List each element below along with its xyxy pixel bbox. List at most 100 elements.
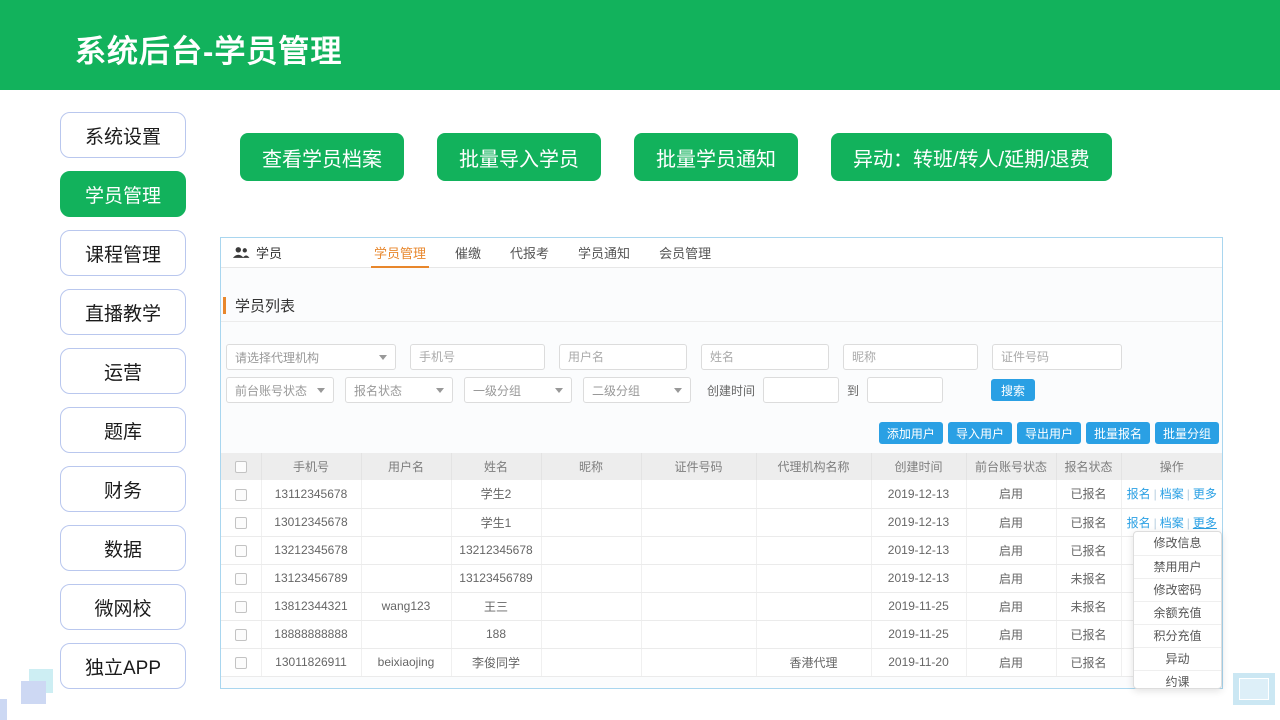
- filter-input-5[interactable]: [992, 344, 1122, 370]
- cell-name: 学生2: [451, 480, 541, 508]
- row-checkbox[interactable]: [235, 517, 247, 529]
- row-more-menu: 修改信息禁用用户修改密码余额充值积分充值异动约课: [1133, 531, 1222, 689]
- action-separator: |: [1187, 487, 1190, 501]
- cell-username: [361, 620, 451, 648]
- quick-action-button-0[interactable]: 查看学员档案: [240, 133, 404, 181]
- cell-phone: 13212345678: [261, 536, 361, 564]
- row-checkbox[interactable]: [235, 545, 247, 557]
- menu-item-6[interactable]: 约课: [1134, 670, 1221, 689]
- filter-select-label: 请选择代理机构: [235, 349, 319, 366]
- date-from-input[interactable]: [763, 377, 839, 403]
- sidebar-item-2[interactable]: 课程管理: [60, 230, 186, 276]
- menu-item-4[interactable]: 积分充值: [1134, 624, 1221, 647]
- cell-id_number: [641, 592, 756, 620]
- tab-1[interactable]: 催缴: [452, 238, 484, 268]
- sidebar: 系统设置学员管理课程管理直播教学运营题库财务数据微网校独立APP: [60, 112, 186, 702]
- search-button[interactable]: 搜索: [991, 379, 1035, 401]
- cell-account_status: 启用: [966, 536, 1056, 564]
- bulk-button-0[interactable]: 添加用户: [879, 422, 943, 444]
- sidebar-item-4[interactable]: 运营: [60, 348, 186, 394]
- column-header-8: 报名状态: [1056, 453, 1121, 480]
- row-checkbox[interactable]: [235, 489, 247, 501]
- menu-item-2[interactable]: 修改密码: [1134, 578, 1221, 601]
- filter-select2-3[interactable]: 二级分组: [583, 377, 691, 403]
- cell-name: 李俊同学: [451, 648, 541, 676]
- bulk-button-1[interactable]: 导入用户: [948, 422, 1012, 444]
- cell-agency: [756, 592, 871, 620]
- page-title: 系统后台-学员管理: [75, 26, 342, 71]
- row-action-more[interactable]: 更多: [1193, 487, 1217, 501]
- tab-bar: 学员管理催缴代报考学员通知会员管理: [371, 238, 714, 268]
- row-checkbox[interactable]: [235, 657, 247, 669]
- filter-select2-2[interactable]: 一级分组: [464, 377, 572, 403]
- row-action-archive[interactable]: 档案: [1160, 487, 1184, 501]
- cell-nickname: [541, 648, 641, 676]
- tab-4[interactable]: 会员管理: [656, 238, 714, 268]
- bulk-button-2[interactable]: 导出用户: [1017, 422, 1081, 444]
- column-header-4: 证件号码: [641, 453, 756, 480]
- filter-input-1[interactable]: [410, 344, 545, 370]
- table-row: 13812344321wang123王三2019-11-25启用未报名: [221, 592, 1222, 620]
- cell-id_number: [641, 620, 756, 648]
- date-to-input[interactable]: [867, 377, 943, 403]
- tab-2[interactable]: 代报考: [507, 238, 552, 268]
- row-checkbox[interactable]: [235, 629, 247, 641]
- sidebar-item-3[interactable]: 直播教学: [60, 289, 186, 335]
- row-checkbox[interactable]: [235, 573, 247, 585]
- panel-body: 学员列表 请选择代理机构 前台账号状态报名状态一级分组二级分组创建时间到搜索 添…: [221, 290, 1222, 710]
- quick-action-button-3[interactable]: 异动：转班/转人/延期/退费: [831, 133, 1112, 181]
- bulk-button-3[interactable]: 批量报名: [1086, 422, 1150, 444]
- cell-agency: 香港代理: [756, 648, 871, 676]
- row-checkbox[interactable]: [235, 601, 247, 613]
- cell-agency: [756, 536, 871, 564]
- filter-input-2[interactable]: [559, 344, 687, 370]
- sidebar-item-8[interactable]: 微网校: [60, 584, 186, 630]
- row-select-cell: [221, 592, 261, 620]
- menu-item-1[interactable]: 禁用用户: [1134, 555, 1221, 578]
- action-separator: |: [1187, 516, 1190, 530]
- column-header-9: 操作: [1121, 453, 1222, 480]
- filter-select2-1[interactable]: 报名状态: [345, 377, 453, 403]
- sidebar-item-1[interactable]: 学员管理: [60, 171, 186, 217]
- row-select-cell: [221, 480, 261, 508]
- chevron-down-icon: [379, 355, 387, 360]
- quick-action-button-2[interactable]: 批量学员通知: [634, 133, 798, 181]
- cell-signup_status: 未报名: [1056, 592, 1121, 620]
- table-row: 188888888881882019-11-25启用已报名: [221, 620, 1222, 648]
- cell-username: [361, 564, 451, 592]
- quick-action-button-1[interactable]: 批量导入学员: [437, 133, 601, 181]
- sidebar-item-6[interactable]: 财务: [60, 466, 186, 512]
- table-row: 13212345678132123456782019-12-13启用已报名: [221, 536, 1222, 564]
- sidebar-item-7[interactable]: 数据: [60, 525, 186, 571]
- filter-select-0[interactable]: 请选择代理机构: [226, 344, 396, 370]
- row-action-signup[interactable]: 报名: [1127, 516, 1151, 530]
- filter-row-1: 请选择代理机构: [226, 344, 1222, 370]
- cell-created: 2019-11-20: [871, 648, 966, 676]
- bulk-button-4[interactable]: 批量分组: [1155, 422, 1219, 444]
- column-header-7: 前台账号状态: [966, 453, 1056, 480]
- filter-input-3[interactable]: [701, 344, 829, 370]
- cell-name: 188: [451, 620, 541, 648]
- cell-signup_status: 已报名: [1056, 536, 1121, 564]
- row-action-signup[interactable]: 报名: [1127, 487, 1151, 501]
- created-time-label: 创建时间: [707, 382, 755, 399]
- row-action-archive[interactable]: 档案: [1160, 516, 1184, 530]
- select-all-header-cell: [221, 453, 261, 480]
- sidebar-item-0[interactable]: 系统设置: [60, 112, 186, 158]
- page-header: 系统后台-学员管理: [0, 0, 1280, 90]
- menu-item-3[interactable]: 余额充值: [1134, 601, 1221, 624]
- cell-signup_status: 已报名: [1056, 648, 1121, 676]
- menu-item-0[interactable]: 修改信息: [1134, 532, 1221, 555]
- menu-item-5[interactable]: 异动: [1134, 647, 1221, 670]
- filter-select2-0[interactable]: 前台账号状态: [226, 377, 334, 403]
- row-action-more[interactable]: 更多: [1193, 516, 1217, 530]
- cell-nickname: [541, 508, 641, 536]
- chevron-down-icon: [555, 388, 563, 393]
- select-all-checkbox[interactable]: [235, 461, 247, 473]
- tab-0[interactable]: 学员管理: [371, 238, 429, 268]
- filter-select-label: 一级分组: [473, 382, 521, 399]
- filter-input-4[interactable]: [843, 344, 978, 370]
- sidebar-item-5[interactable]: 题库: [60, 407, 186, 453]
- sidebar-item-9[interactable]: 独立APP: [60, 643, 186, 689]
- tab-3[interactable]: 学员通知: [575, 238, 633, 268]
